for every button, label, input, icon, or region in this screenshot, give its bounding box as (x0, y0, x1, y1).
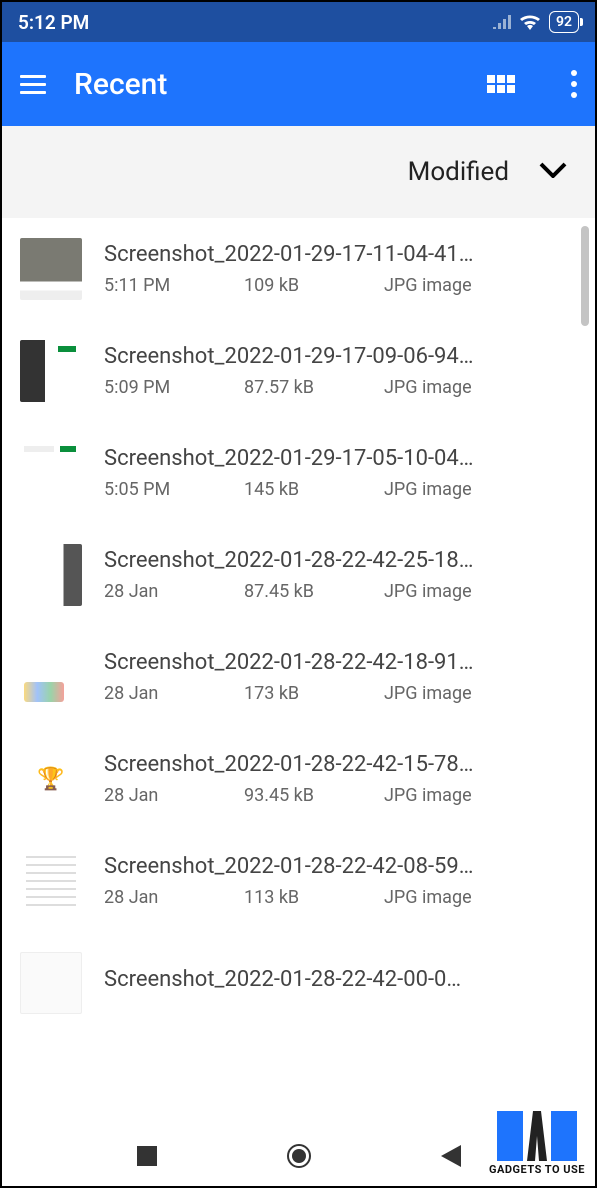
file-size: 93.45 kB (244, 785, 384, 806)
file-size: 87.45 kB (244, 581, 384, 602)
grid-view-icon[interactable] (487, 75, 515, 93)
status-icons: 92 (493, 11, 579, 33)
file-name: Screenshot_2022-01-29-17-09-06-94… (104, 344, 577, 369)
thumbnail (20, 340, 82, 402)
status-bar: 5:12 PM 92 (2, 2, 595, 42)
back-icon[interactable] (441, 1145, 461, 1171)
file-name: Screenshot_2022-01-28-22-42-25-18… (104, 548, 577, 573)
list-item[interactable]: Screenshot_2022-01-28-22-42-00-0… (2, 932, 595, 1034)
file-meta: Screenshot_2022-01-28-22-42-08-59… 28 Ja… (104, 854, 577, 908)
file-type: JPG image (384, 887, 577, 908)
file-type: JPG image (384, 275, 577, 296)
file-name: Screenshot_2022-01-28-22-42-00-0… (104, 967, 577, 992)
recents-icon[interactable] (137, 1146, 157, 1170)
file-type: JPG image (384, 479, 577, 500)
file-meta: Screenshot_2022-01-28-22-42-18-91… 28 Ja… (104, 650, 577, 704)
file-date: 5:09 PM (104, 377, 244, 398)
file-name: Screenshot_2022-01-28-22-42-18-91… (104, 650, 577, 675)
list-item[interactable]: 🏆 Screenshot_2022-01-28-22-42-15-78… 28 … (2, 728, 595, 830)
list-item[interactable]: Screenshot_2022-01-28-22-42-08-59… 28 Ja… (2, 830, 595, 932)
file-meta: Screenshot_2022-01-28-22-42-00-0… (104, 967, 577, 1000)
sort-label: Modified (408, 157, 509, 187)
thumbnail (20, 442, 82, 504)
list-item[interactable]: Screenshot_2022-01-29-17-05-10-04… 5:05 … (2, 422, 595, 524)
menu-icon[interactable] (20, 75, 46, 94)
file-meta: Screenshot_2022-01-29-17-11-04-41… 5:11 … (104, 242, 577, 296)
file-meta: Screenshot_2022-01-29-17-09-06-94… 5:09 … (104, 344, 577, 398)
thumbnail: 🏆 (20, 748, 82, 810)
file-meta: Screenshot_2022-01-29-17-05-10-04… 5:05 … (104, 446, 577, 500)
wifi-icon (519, 14, 541, 30)
file-size: 145 kB (244, 479, 384, 500)
file-date: 28 Jan (104, 785, 244, 806)
thumbnail (20, 850, 82, 912)
file-size: 87.57 kB (244, 377, 384, 398)
file-type: JPG image (384, 683, 577, 704)
list-item[interactable]: Screenshot_2022-01-29-17-11-04-41… 5:11 … (2, 218, 595, 320)
chevron-down-icon[interactable] (539, 162, 567, 182)
file-date: 28 Jan (104, 581, 244, 602)
file-name: Screenshot_2022-01-29-17-11-04-41… (104, 242, 577, 267)
list-item[interactable]: Screenshot_2022-01-28-22-42-25-18… 28 Ja… (2, 524, 595, 626)
more-options-icon[interactable] (571, 70, 577, 98)
home-icon[interactable] (286, 1143, 312, 1173)
thumbnail (20, 646, 82, 708)
signal-icon (493, 15, 511, 29)
thumbnail (20, 952, 82, 1014)
file-list: Screenshot_2022-01-29-17-11-04-41… 5:11 … (2, 218, 595, 1134)
status-time: 5:12 PM (18, 11, 89, 34)
file-date: 5:11 PM (104, 275, 244, 296)
file-meta: Screenshot_2022-01-28-22-42-25-18… 28 Ja… (104, 548, 577, 602)
file-name: Screenshot_2022-01-28-22-42-15-78… (104, 752, 577, 777)
file-name: Screenshot_2022-01-28-22-42-08-59… (104, 854, 577, 879)
scrollbar[interactable] (581, 226, 589, 326)
file-size: 173 kB (244, 683, 384, 704)
file-size: 113 kB (244, 887, 384, 908)
thumbnail (20, 544, 82, 606)
battery-indicator: 92 (549, 11, 579, 33)
file-date: 28 Jan (104, 887, 244, 908)
watermark: GADGETS TO USE (489, 1111, 585, 1176)
file-size: 109 kB (244, 275, 384, 296)
sort-bar[interactable]: Modified (2, 126, 595, 218)
file-date: 5:05 PM (104, 479, 244, 500)
app-bar: Recent (2, 42, 595, 126)
thumbnail (20, 238, 82, 300)
file-date: 28 Jan (104, 683, 244, 704)
file-type: JPG image (384, 377, 577, 398)
list-item[interactable]: Screenshot_2022-01-28-22-42-18-91… 28 Ja… (2, 626, 595, 728)
file-type: JPG image (384, 581, 577, 602)
file-name: Screenshot_2022-01-29-17-05-10-04… (104, 446, 577, 471)
file-meta: Screenshot_2022-01-28-22-42-15-78… 28 Ja… (104, 752, 577, 806)
file-type: JPG image (384, 785, 577, 806)
list-item[interactable]: Screenshot_2022-01-29-17-09-06-94… 5:09 … (2, 320, 595, 422)
page-title: Recent (74, 67, 459, 102)
watermark-logo (497, 1111, 577, 1161)
watermark-text: GADGETS TO USE (489, 1163, 585, 1176)
